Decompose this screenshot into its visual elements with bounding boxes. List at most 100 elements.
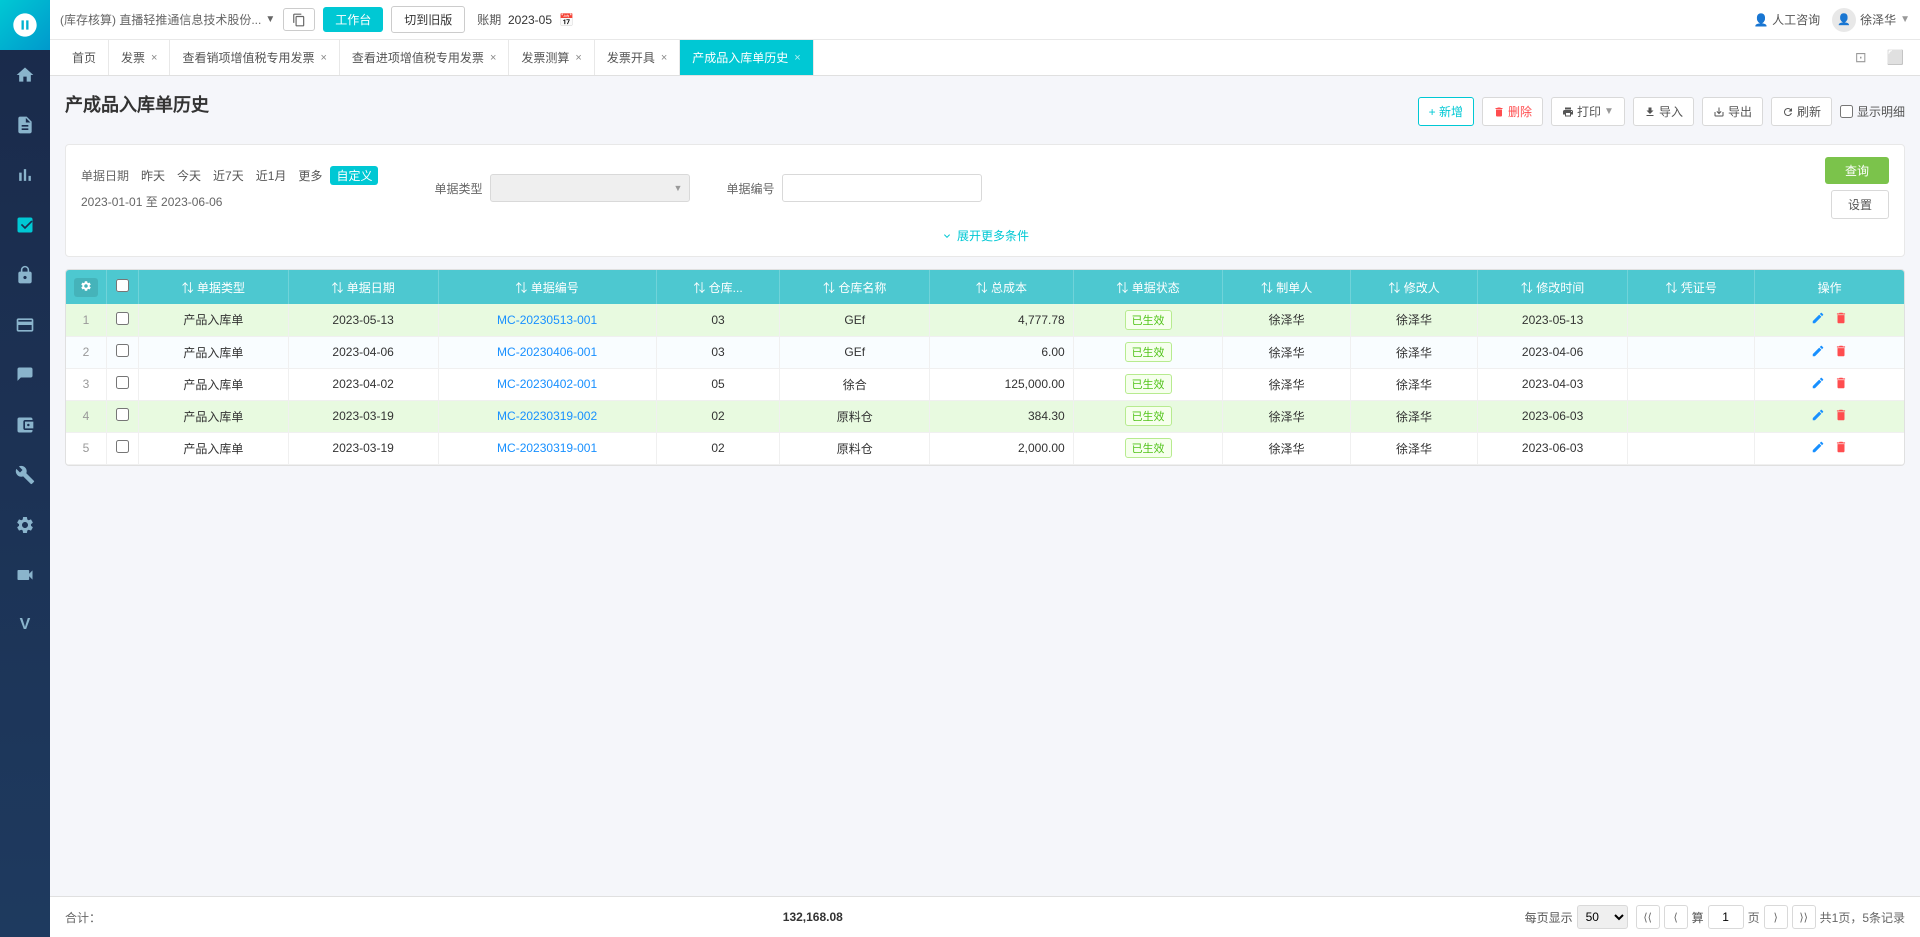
more-link[interactable]: 更多 [294,166,326,185]
sidebar-item-voucher[interactable] [0,300,50,350]
row-doc-no[interactable]: MC-20230319-002 [438,400,656,432]
th-warehouse-code[interactable]: ⇅ 仓库... [656,270,780,304]
tab-invoice-close[interactable]: × [151,52,157,64]
doc-type-select[interactable]: 产品入库单 [490,174,690,202]
help-button[interactable]: 👤 人工咨询 [1754,11,1820,28]
row-delete-button[interactable] [1834,410,1848,425]
row-checkbox[interactable] [116,440,129,453]
window-maximize-button[interactable]: ⬜ [1881,47,1910,68]
refresh-button[interactable]: 刷新 [1771,97,1832,126]
sidebar-item-invoice[interactable] [0,350,50,400]
th-modifier[interactable]: ⇅ 修改人 [1350,270,1477,304]
custom-tag[interactable]: 自定义 [330,166,378,185]
tab-invoice-open[interactable]: 发票开具 × [595,40,680,76]
row-delete-button[interactable] [1834,378,1848,393]
row-checkbox-cell[interactable] [107,336,139,368]
row-checkbox[interactable] [116,408,129,421]
sidebar-item-asset[interactable] [0,400,50,450]
th-total-cost[interactable]: ⇅ 总成本 [930,270,1074,304]
column-settings-gear[interactable] [74,278,98,297]
th-creator[interactable]: ⇅ 制单人 [1223,270,1350,304]
doc-no-link[interactable]: MC-20230319-002 [497,409,597,423]
th-warehouse-name[interactable]: ⇅ 仓库名称 [780,270,930,304]
row-doc-no[interactable]: MC-20230406-001 [438,336,656,368]
sidebar-item-video[interactable] [0,550,50,600]
row-edit-button[interactable] [1811,378,1829,393]
yesterday-link[interactable]: 昨天 [137,166,169,185]
row-checkbox-cell[interactable] [107,432,139,464]
th-status[interactable]: ⇅ 单据状态 [1073,270,1223,304]
row-edit-button[interactable] [1811,346,1829,361]
tab-invoice-calc[interactable]: 发票测算 × [509,40,594,76]
tab-invoice[interactable]: 发票 × [109,40,170,76]
page-next-button[interactable]: ⟩ [1764,905,1788,929]
page-number-input[interactable] [1708,905,1744,929]
tab-purchase-vat[interactable]: 查看进项增值税专用发票 × [340,40,509,76]
row-checkbox[interactable] [116,344,129,357]
import-button[interactable]: 导入 [1633,97,1694,126]
sidebar-item-chart[interactable] [0,150,50,200]
doc-no-input[interactable] [782,174,982,202]
row-checkbox-cell[interactable] [107,400,139,432]
page-last-button[interactable]: ⟩⟩ [1792,905,1816,929]
th-doc-no[interactable]: ⇅ 单据编号 [438,270,656,304]
user-menu[interactable]: 👤 徐泽华 ▼ [1832,8,1910,32]
th-modify-time[interactable]: ⇅ 修改时间 [1478,270,1628,304]
row-edit-button[interactable] [1811,313,1829,328]
tab-home[interactable]: 首页 [60,40,109,76]
row-checkbox-cell[interactable] [107,304,139,336]
row-checkbox[interactable] [116,376,129,389]
row-doc-no[interactable]: MC-20230319-001 [438,432,656,464]
tab-invoice-open-close[interactable]: × [661,52,667,64]
new-button[interactable]: + 新增 [1418,97,1474,126]
7days-link[interactable]: 近7天 [209,166,248,185]
row-checkbox-cell[interactable] [107,368,139,400]
doc-no-link[interactable]: MC-20230319-001 [497,441,597,455]
page-first-button[interactable]: ⟨⟨ [1636,905,1660,929]
tab-sales-vat[interactable]: 查看销项增值税专用发票 × [170,40,339,76]
doc-copy-button[interactable] [283,8,315,31]
1month-link[interactable]: 近1月 [252,166,291,185]
row-delete-button[interactable] [1834,442,1848,457]
today-link[interactable]: 今天 [173,166,205,185]
tab-invoice-calc-close[interactable]: × [575,52,581,64]
th-voucher-no[interactable]: ⇅ 凭证号 [1627,270,1754,304]
tab-product-history-close[interactable]: × [794,52,800,64]
switch-version-button[interactable]: 切到旧版 [391,6,465,33]
show-detail-checkbox[interactable] [1840,105,1853,118]
row-delete-button[interactable] [1834,313,1848,328]
sidebar-item-tools[interactable] [0,450,50,500]
th-doc-date[interactable]: ⇅ 单据日期 [288,270,438,304]
sidebar-item-lock[interactable] [0,250,50,300]
app-logo[interactable] [0,0,50,50]
th-doc-type[interactable]: ⇅ 单据类型 [139,270,289,304]
company-selector[interactable]: (库存核算) 直播轻推通信息技术股份... ▼ [60,11,275,28]
row-edit-button[interactable] [1811,442,1829,457]
page-size-select[interactable]: 50 20 100 [1577,905,1628,929]
page-prev-button[interactable]: ⟨ [1664,905,1688,929]
sidebar-item-analyze[interactable] [0,200,50,250]
tab-sales-vat-close[interactable]: × [320,52,326,64]
th-checkbox[interactable] [107,270,139,304]
row-doc-no[interactable]: MC-20230402-001 [438,368,656,400]
delete-button[interactable]: 删除 [1482,97,1543,126]
sidebar-item-version[interactable]: V [0,600,50,650]
doc-no-link[interactable]: MC-20230513-001 [497,313,597,327]
sidebar-item-home[interactable] [0,50,50,100]
select-all-checkbox[interactable] [116,279,129,292]
row-doc-no[interactable]: MC-20230513-001 [438,304,656,336]
sidebar-item-settings[interactable] [0,500,50,550]
setting-button[interactable]: 设置 [1831,190,1889,219]
tab-purchase-vat-close[interactable]: × [490,52,496,64]
tab-product-history[interactable]: 产成品入库单历史 × [680,40,813,76]
export-button[interactable]: 导出 [1702,97,1763,126]
doc-no-link[interactable]: MC-20230402-001 [497,377,597,391]
expand-button[interactable]: 展开更多条件 [941,227,1029,244]
row-edit-button[interactable] [1811,410,1829,425]
window-restore-button[interactable]: ⊡ [1849,47,1873,68]
doc-no-link[interactable]: MC-20230406-001 [497,345,597,359]
th-gear[interactable] [66,270,107,304]
workspace-button[interactable]: 工作台 [323,7,383,32]
query-button[interactable]: 查询 [1825,157,1889,184]
row-checkbox[interactable] [116,312,129,325]
